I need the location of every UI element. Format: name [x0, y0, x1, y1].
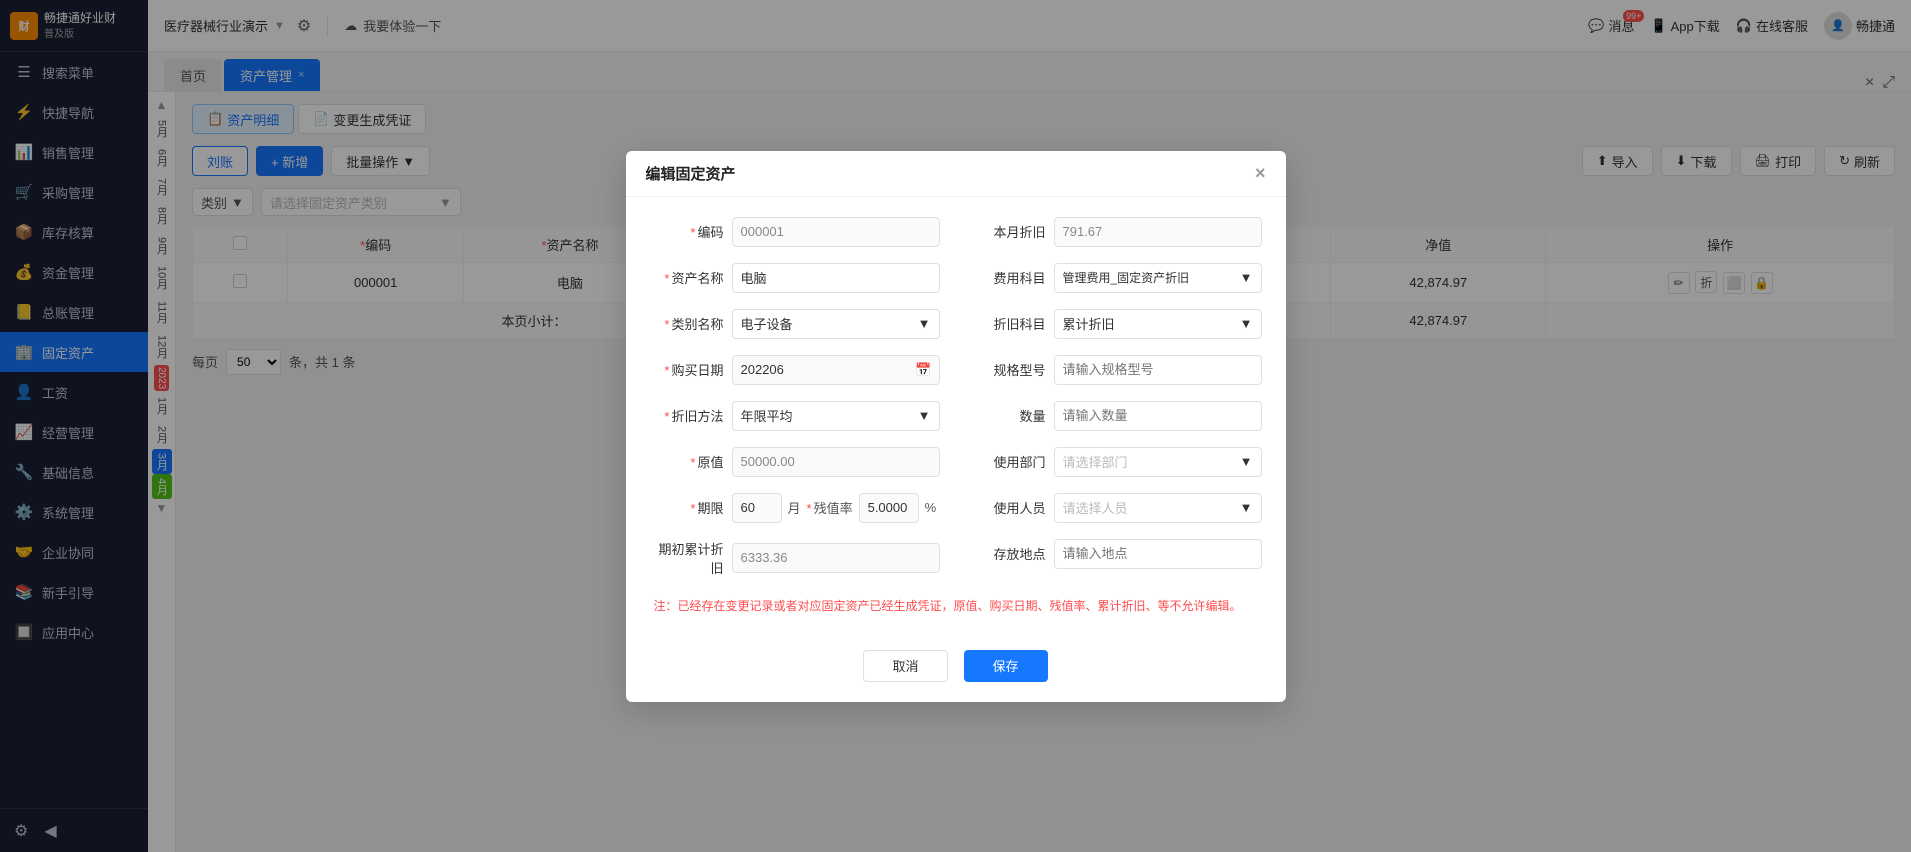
- person-label: 使用人员: [972, 498, 1054, 517]
- original-label: *原值: [650, 452, 732, 471]
- method-select[interactable]: 年限平均 ▼: [732, 401, 940, 431]
- modal-left-col: *编码 *资产名称 *类别名称: [650, 217, 940, 593]
- modal-field-method: *折旧方法 年限平均 ▼: [650, 401, 940, 431]
- dep-subject-select[interactable]: 累计折旧 ▼: [1054, 309, 1262, 339]
- purchase-date-label: *购买日期: [650, 360, 732, 379]
- category-select-arrow: ▼: [918, 316, 931, 331]
- spec-input[interactable]: [1054, 355, 1262, 385]
- modal-field-spec: 规格型号: [972, 355, 1262, 385]
- modal-right-col: 本月折旧 费用科目 管理费用_固定资产折旧 ▼: [972, 217, 1262, 593]
- code-required-star: *: [690, 225, 695, 240]
- modal-field-monthly-dep: 本月折旧: [972, 217, 1262, 247]
- monthly-dep-input: [1054, 217, 1262, 247]
- purchase-date-wrapper: 📅: [732, 355, 940, 385]
- modal-field-location: 存放地点: [972, 539, 1262, 569]
- modal-field-department: 使用部门 请选择部门 ▼: [972, 447, 1262, 477]
- modal-header: 编辑固定资产 ×: [626, 151, 1286, 197]
- dep-subject-value: 累计折旧: [1063, 314, 1115, 333]
- period-unit: 月: [788, 498, 801, 517]
- code-label: *编码: [650, 222, 732, 241]
- department-placeholder: 请选择部门: [1063, 452, 1128, 471]
- modal-title: 编辑固定资产: [646, 163, 736, 184]
- method-select-arrow: ▼: [918, 408, 931, 423]
- modal-field-category: *类别名称 电子设备 ▼: [650, 309, 940, 339]
- modal-body: *编码 *资产名称 *类别名称: [626, 197, 1286, 642]
- initial-accumulated-label: 期初累计折旧: [650, 539, 732, 577]
- quantity-input[interactable]: [1054, 401, 1262, 431]
- expense-subject-value: 管理费用_固定资产折旧: [1063, 269, 1190, 286]
- modal-field-asset-name: *资产名称: [650, 263, 940, 293]
- location-label: 存放地点: [972, 544, 1054, 563]
- modal-overlay: 编辑固定资产 × *编码 *资产名称: [0, 0, 1911, 852]
- department-select[interactable]: 请选择部门 ▼: [1054, 447, 1262, 477]
- dep-subject-label: 折旧科目: [972, 314, 1054, 333]
- initial-accumulated-input[interactable]: [732, 543, 940, 573]
- modal-footer: 取消 保存: [626, 642, 1286, 702]
- method-label: *折旧方法: [650, 406, 732, 425]
- expense-subject-arrow: ▼: [1240, 270, 1253, 285]
- modal-field-expense-subject: 费用科目 管理费用_固定资产折旧 ▼: [972, 263, 1262, 293]
- department-arrow: ▼: [1240, 454, 1253, 469]
- modal-grid: *编码 *资产名称 *类别名称: [650, 217, 1262, 593]
- modal-field-quantity: 数量: [972, 401, 1262, 431]
- residual-rate-input[interactable]: [859, 493, 919, 523]
- person-select[interactable]: 请选择人员 ▼: [1054, 493, 1262, 523]
- residual-rate-unit: %: [925, 500, 937, 515]
- location-input[interactable]: [1054, 539, 1262, 569]
- modal-note: 注：已经存在变更记录或者对应固定资产已经生成凭证，原值、购买日期、残值率、累计折…: [650, 597, 1262, 614]
- expense-subject-select[interactable]: 管理费用_固定资产折旧 ▼: [1054, 263, 1262, 293]
- category-select-value: 电子设备: [741, 314, 793, 333]
- asset-name-label: *资产名称: [650, 268, 732, 287]
- purchase-date-input[interactable]: [732, 355, 940, 385]
- modal-field-code: *编码: [650, 217, 940, 247]
- residual-rate-label: *残值率: [807, 498, 853, 517]
- person-arrow: ▼: [1240, 500, 1253, 515]
- period-inline: 月 *残值率 %: [732, 493, 940, 523]
- edit-fixed-asset-modal: 编辑固定资产 × *编码 *资产名称: [626, 151, 1286, 702]
- original-input[interactable]: [732, 447, 940, 477]
- department-label: 使用部门: [972, 452, 1054, 471]
- period-label: *期限: [650, 498, 732, 517]
- category-label: *类别名称: [650, 314, 732, 333]
- modal-field-dep-subject: 折旧科目 累计折旧 ▼: [972, 309, 1262, 339]
- asset-name-input[interactable]: [732, 263, 940, 293]
- monthly-dep-label: 本月折旧: [972, 222, 1054, 241]
- cancel-btn[interactable]: 取消: [863, 650, 947, 682]
- category-select[interactable]: 电子设备 ▼: [732, 309, 940, 339]
- modal-field-original: *原值: [650, 447, 940, 477]
- quantity-label: 数量: [972, 406, 1054, 425]
- period-input[interactable]: [732, 493, 782, 523]
- expense-subject-label: 费用科目: [972, 268, 1054, 287]
- spec-label: 规格型号: [972, 360, 1054, 379]
- modal-field-period: *期限 月 *残值率 %: [650, 493, 940, 523]
- modal-field-purchase-date: *购买日期 📅: [650, 355, 940, 385]
- modal-close-btn[interactable]: ×: [1255, 164, 1266, 182]
- modal-field-initial-accumulated: 期初累计折旧: [650, 539, 940, 577]
- method-select-value: 年限平均: [741, 406, 793, 425]
- calendar-icon: 📅: [915, 362, 931, 378]
- dep-subject-arrow: ▼: [1240, 316, 1253, 331]
- modal-field-person: 使用人员 请选择人员 ▼: [972, 493, 1262, 523]
- code-input[interactable]: [732, 217, 940, 247]
- save-btn[interactable]: 保存: [964, 650, 1048, 682]
- person-placeholder: 请选择人员: [1063, 498, 1128, 517]
